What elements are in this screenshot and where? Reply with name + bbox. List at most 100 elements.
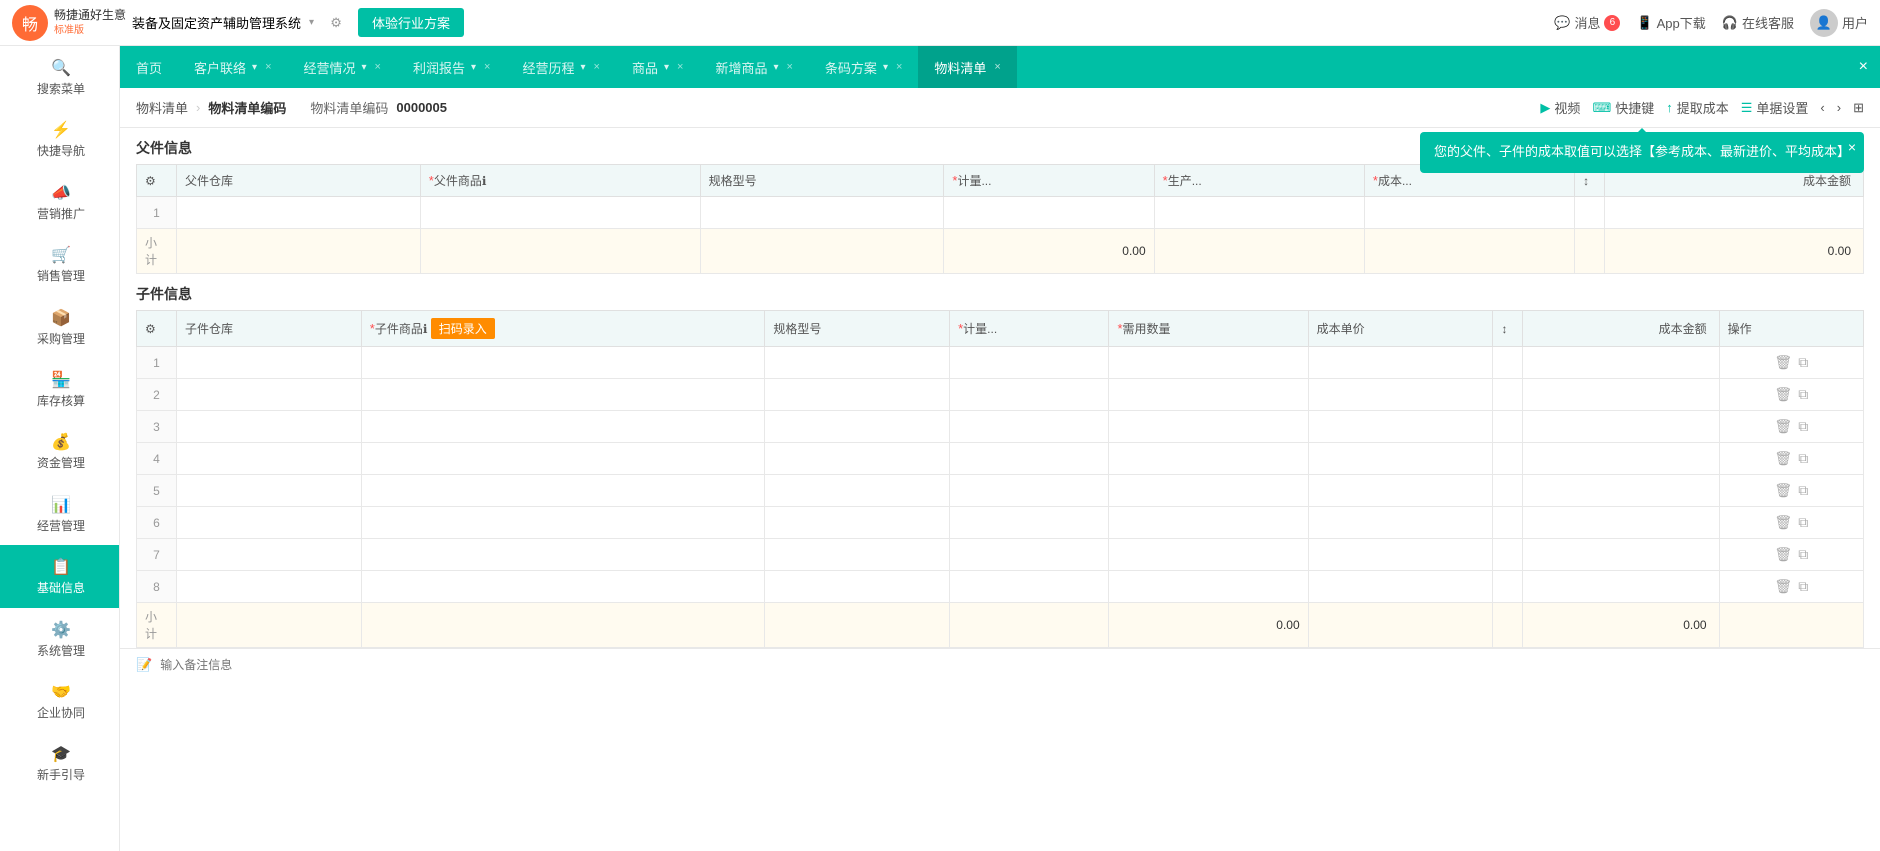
- tab-new-goods[interactable]: 新增商品 ▾ ×: [699, 46, 808, 88]
- child-product-cell[interactable]: [361, 379, 765, 411]
- close-all-tabs[interactable]: ×: [1847, 58, 1880, 76]
- child-spec-cell[interactable]: [765, 443, 950, 475]
- tab-bom[interactable]: 物料清单 ×: [918, 46, 1016, 88]
- online-service-btn[interactable]: 🎧 在线客服: [1722, 13, 1794, 32]
- tab-operations-status[interactable]: 经营情况 ▾ ×: [288, 46, 397, 88]
- copy-icon[interactable]: ⧉: [1798, 450, 1808, 467]
- child-warehouse-cell[interactable]: [177, 571, 362, 603]
- tooltip-close-btn[interactable]: ×: [1848, 136, 1856, 158]
- child-spec-cell[interactable]: [765, 347, 950, 379]
- parent-spec-cell[interactable]: [700, 197, 944, 229]
- parent-product-cell[interactable]: [420, 197, 700, 229]
- tab-home[interactable]: 首页: [120, 46, 178, 88]
- child-qty-cell[interactable]: [1109, 539, 1308, 571]
- shortcut-btn[interactable]: ⌨ 快捷键: [1592, 98, 1654, 117]
- child-warehouse-cell[interactable]: [177, 411, 362, 443]
- child-spec-cell[interactable]: [765, 507, 950, 539]
- child-unit-cost-cell[interactable]: [1308, 539, 1493, 571]
- tab-barcode-close[interactable]: ×: [896, 61, 902, 73]
- parent-unit-cell[interactable]: [944, 197, 1154, 229]
- tab-new-goods-close[interactable]: ×: [786, 61, 792, 73]
- child-product-cell[interactable]: [361, 443, 765, 475]
- copy-icon[interactable]: ⧉: [1798, 482, 1808, 499]
- tab-goods[interactable]: 商品 ▾ ×: [616, 46, 699, 88]
- sidebar-item-sales[interactable]: 🛒 销售管理: [0, 233, 119, 295]
- parent-produce-cell[interactable]: [1154, 197, 1364, 229]
- delete-icon[interactable]: 🗑: [1774, 514, 1792, 531]
- tab-ops-close[interactable]: ×: [375, 61, 381, 73]
- child-qty-cell[interactable]: [1109, 443, 1308, 475]
- child-qty-cell[interactable]: [1109, 347, 1308, 379]
- copy-icon[interactable]: ⧉: [1798, 386, 1808, 403]
- child-product-cell[interactable]: [361, 539, 765, 571]
- child-unit-cell[interactable]: [950, 379, 1109, 411]
- child-unit-cost-cell[interactable]: [1308, 507, 1493, 539]
- breadcrumb-bom-list[interactable]: 物料清单: [136, 98, 188, 117]
- trial-button[interactable]: 体验行业方案: [358, 8, 464, 37]
- sidebar-item-purchase[interactable]: 📦 采购管理: [0, 296, 119, 358]
- child-unit-cell[interactable]: [950, 539, 1109, 571]
- child-qty-cell[interactable]: [1109, 379, 1308, 411]
- tab-profit-close[interactable]: ×: [484, 61, 490, 73]
- child-unit-cell[interactable]: [950, 475, 1109, 507]
- nav-next-btn[interactable]: ›: [1837, 100, 1841, 115]
- sidebar-item-inventory[interactable]: 🏪 库存核算: [0, 358, 119, 420]
- child-unit-cell[interactable]: [950, 507, 1109, 539]
- video-btn[interactable]: ▶ 视频: [1540, 98, 1580, 117]
- delete-icon[interactable]: 🗑: [1774, 482, 1792, 499]
- delete-icon[interactable]: 🗑: [1774, 418, 1792, 435]
- child-unit-cost-cell[interactable]: [1308, 571, 1493, 603]
- tab-goods-close[interactable]: ×: [677, 61, 683, 73]
- child-qty-cell[interactable]: [1109, 507, 1308, 539]
- child-unit-cell[interactable]: [950, 443, 1109, 475]
- child-product-cell[interactable]: [361, 507, 765, 539]
- parent-warehouse-cell[interactable]: [177, 197, 421, 229]
- child-unit-cell[interactable]: [950, 347, 1109, 379]
- copy-icon[interactable]: ⧉: [1798, 514, 1808, 531]
- tab-barcode[interactable]: 条码方案 ▾ ×: [809, 46, 918, 88]
- delete-icon[interactable]: 🗑: [1774, 450, 1792, 467]
- child-unit-cell[interactable]: [950, 571, 1109, 603]
- tab-profit-report[interactable]: 利润报告 ▾ ×: [397, 46, 506, 88]
- tab-bom-close[interactable]: ×: [994, 61, 1000, 73]
- sidebar-item-guide[interactable]: 🎓 新手引导: [0, 732, 119, 794]
- parent-cost-cell[interactable]: [1364, 197, 1574, 229]
- user-btn[interactable]: 👤 用户: [1810, 9, 1868, 37]
- child-product-cell[interactable]: [361, 475, 765, 507]
- sidebar-item-search[interactable]: 🔍 搜索菜单: [0, 46, 119, 108]
- child-unit-cost-cell[interactable]: [1308, 443, 1493, 475]
- tab-ops-history[interactable]: 经营历程 ▾ ×: [506, 46, 615, 88]
- copy-icon[interactable]: ⧉: [1798, 578, 1808, 595]
- child-product-cell[interactable]: [361, 571, 765, 603]
- child-unit-cost-cell[interactable]: [1308, 475, 1493, 507]
- sidebar-item-finance[interactable]: 💰 资金管理: [0, 420, 119, 482]
- child-warehouse-cell[interactable]: [177, 347, 362, 379]
- sidebar-item-system[interactable]: ⚙️ 系统管理: [0, 608, 119, 670]
- child-unit-cost-cell[interactable]: [1308, 379, 1493, 411]
- copy-icon[interactable]: ⧉: [1798, 546, 1808, 563]
- tab-customer-close[interactable]: ×: [265, 61, 271, 73]
- tab-customer[interactable]: 客户联络 ▾ ×: [178, 46, 287, 88]
- gear-icon[interactable]: ⚙: [322, 9, 350, 37]
- child-spec-cell[interactable]: [765, 539, 950, 571]
- system-dropdown-icon[interactable]: ▾: [309, 17, 314, 28]
- sidebar-item-operations[interactable]: 📊 经营管理: [0, 483, 119, 545]
- child-qty-cell[interactable]: [1109, 475, 1308, 507]
- tab-history-close[interactable]: ×: [594, 61, 600, 73]
- child-warehouse-cell[interactable]: [177, 539, 362, 571]
- child-warehouse-cell[interactable]: [177, 443, 362, 475]
- child-warehouse-cell[interactable]: [177, 475, 362, 507]
- child-unit-cell[interactable]: [950, 411, 1109, 443]
- sidebar-item-marketing[interactable]: 📣 营销推广: [0, 171, 119, 233]
- single-settings-btn[interactable]: ☰ 单据设置: [1741, 98, 1809, 117]
- child-warehouse-cell[interactable]: [177, 379, 362, 411]
- nav-prev-btn[interactable]: ‹: [1820, 100, 1824, 115]
- copy-icon[interactable]: ⧉: [1798, 354, 1808, 371]
- child-product-cell[interactable]: [361, 347, 765, 379]
- child-spec-cell[interactable]: [765, 475, 950, 507]
- delete-icon[interactable]: 🗑: [1774, 578, 1792, 595]
- child-product-cell[interactable]: [361, 411, 765, 443]
- child-warehouse-cell[interactable]: [177, 507, 362, 539]
- app-download-btn[interactable]: 📱 App下载: [1636, 13, 1705, 32]
- child-qty-cell[interactable]: [1109, 411, 1308, 443]
